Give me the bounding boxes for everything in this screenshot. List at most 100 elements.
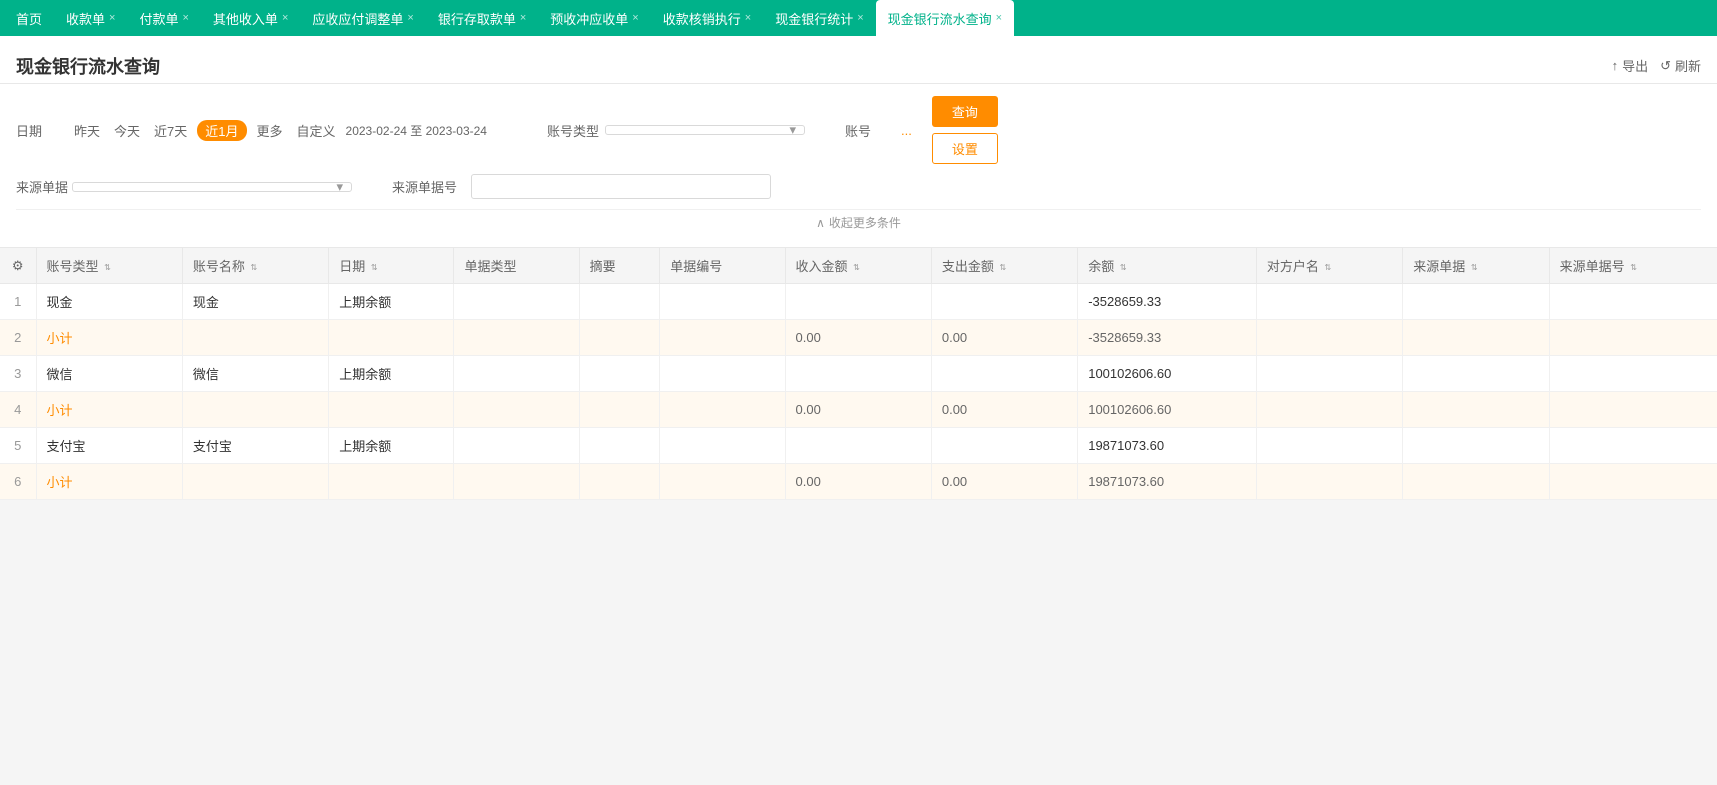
close-icon[interactable]: ×: [745, 12, 751, 24]
page-header: 现金银行流水查询 ↑ 导出 ↺ 刷新: [0, 36, 1717, 84]
table-row: 2小计0.000.00-3528659.33: [0, 320, 1717, 356]
source-doc-no-cell: [1549, 464, 1717, 500]
filter-row-date: 日期 昨天 今天 近7天 近1月 更多 自定义 2023-02-24 至 202…: [16, 96, 1701, 164]
summary-cell: [579, 428, 660, 464]
close-icon[interactable]: ×: [182, 12, 188, 24]
col-income[interactable]: 收入金额 ⇅: [785, 248, 931, 284]
close-icon[interactable]: ×: [996, 12, 1002, 24]
source-doc-no-label: 来源单据号: [392, 177, 457, 196]
source-doc-cell: [1403, 464, 1549, 500]
refresh-button[interactable]: ↺ 刷新: [1660, 56, 1701, 75]
income-cell: 0.00: [785, 464, 931, 500]
sort-icon: ⇅: [1000, 263, 1007, 272]
doc-no-cell: [660, 392, 785, 428]
row-number: 3: [0, 356, 36, 392]
col-counterpart[interactable]: 对方户名 ⇅: [1256, 248, 1402, 284]
source-doc-no-input[interactable]: [471, 174, 771, 199]
account-name-cell: [182, 320, 328, 356]
date-opt-7days[interactable]: 近7天: [150, 120, 191, 141]
account-type-cell: 微信: [36, 356, 182, 392]
close-icon[interactable]: ×: [407, 12, 413, 24]
source-doc-select[interactable]: ▾: [72, 182, 352, 192]
sort-icon: ⇅: [371, 263, 378, 272]
col-source-doc[interactable]: 来源单据 ⇅: [1403, 248, 1549, 284]
table-row: 3微信微信上期余额100102606.60: [0, 356, 1717, 392]
col-source-doc-no[interactable]: 来源单据号 ⇅: [1549, 248, 1717, 284]
expense-cell: 0.00: [931, 464, 1077, 500]
setting-button[interactable]: 设置: [932, 133, 998, 164]
close-icon[interactable]: ×: [857, 12, 863, 24]
account-name-cell: 支付宝: [182, 428, 328, 464]
top-nav: 首页 收款单 × 付款单 × 其他收入单 × 应收应付调整单 × 银行存取款单 …: [0, 0, 1717, 36]
table-row: 1现金现金上期余额-3528659.33: [0, 284, 1717, 320]
account-dots[interactable]: ...: [901, 123, 912, 138]
nav-tab-0[interactable]: 收款单 ×: [54, 0, 127, 36]
expense-cell: [931, 428, 1077, 464]
account-name-cell: [182, 392, 328, 428]
expense-cell: [931, 284, 1077, 320]
account-type-filter: 账号类型 ▾: [547, 121, 805, 140]
sort-icon: ⇅: [853, 263, 860, 272]
account-type-cell: 现金: [36, 284, 182, 320]
expense-cell: 0.00: [931, 392, 1077, 428]
nav-tab-3[interactable]: 应收应付调整单 ×: [300, 0, 425, 36]
counterpart-cell: [1256, 428, 1402, 464]
row-number: 5: [0, 428, 36, 464]
nav-tab-8[interactable]: 现金银行流水查询 ×: [876, 0, 1014, 36]
col-balance[interactable]: 余额 ⇅: [1078, 248, 1257, 284]
income-cell: [785, 284, 931, 320]
date-opt-1month[interactable]: 近1月: [197, 120, 246, 141]
income-cell: 0.00: [785, 392, 931, 428]
doc-type-cell: [454, 356, 579, 392]
doc-type-cell: [454, 392, 579, 428]
close-icon[interactable]: ×: [282, 12, 288, 24]
account-type-label: 账号类型: [547, 121, 599, 140]
export-button[interactable]: ↑ 导出: [1612, 56, 1649, 75]
date-opt-today[interactable]: 今天: [110, 120, 144, 141]
doc-no-cell: [660, 464, 785, 500]
col-account-type[interactable]: 账号类型 ⇅: [36, 248, 182, 284]
source-doc-no-filter: 来源单据号: [392, 174, 771, 199]
balance-cell: -3528659.33: [1078, 320, 1257, 356]
account-name-cell: 现金: [182, 284, 328, 320]
nav-tab-2[interactable]: 其他收入单 ×: [201, 0, 300, 36]
col-settings[interactable]: ⚙: [0, 248, 36, 284]
nav-tab-5[interactable]: 预收冲应收单 ×: [538, 0, 650, 36]
nav-tab-6[interactable]: 收款核销执行 ×: [651, 0, 763, 36]
account-name-cell: 微信: [182, 356, 328, 392]
date-cell: 上期余额: [329, 356, 454, 392]
close-icon[interactable]: ×: [520, 12, 526, 24]
collapse-bar[interactable]: ∧ 收起更多条件: [16, 209, 1701, 235]
source-doc-no-cell: [1549, 356, 1717, 392]
table-row: 5支付宝支付宝上期余额19871073.60: [0, 428, 1717, 464]
close-icon[interactable]: ×: [109, 12, 115, 24]
nav-tab-7[interactable]: 现金银行统计 ×: [763, 0, 875, 36]
col-expense[interactable]: 支出金额 ⇅: [931, 248, 1077, 284]
col-account-name[interactable]: 账号名称 ⇅: [182, 248, 328, 284]
date-cell: 上期余额: [329, 428, 454, 464]
balance-cell: 19871073.60: [1078, 464, 1257, 500]
counterpart-cell: [1256, 320, 1402, 356]
data-table-wrapper: ⚙ 账号类型 ⇅ 账号名称 ⇅ 日期 ⇅ 单据类型 摘要 单据编号 收入金额: [0, 248, 1717, 500]
date-opt-custom[interactable]: 自定义: [293, 120, 340, 141]
sort-icon: ⇅: [104, 263, 111, 272]
table-row: 4小计0.000.00100102606.60: [0, 392, 1717, 428]
col-summary: 摘要: [579, 248, 660, 284]
source-doc-cell: [1403, 392, 1549, 428]
balance-cell: 100102606.60: [1078, 392, 1257, 428]
nav-home[interactable]: 首页: [4, 9, 54, 28]
col-doc-type: 单据类型: [454, 248, 579, 284]
table-header-row: ⚙ 账号类型 ⇅ 账号名称 ⇅ 日期 ⇅ 单据类型 摘要 单据编号 收入金额: [0, 248, 1717, 284]
summary-cell: [579, 356, 660, 392]
close-icon[interactable]: ×: [632, 12, 638, 24]
nav-tab-1[interactable]: 付款单 ×: [127, 0, 200, 36]
date-opt-yesterday[interactable]: 昨天: [70, 120, 104, 141]
date-options: 昨天 今天 近7天 近1月 更多 自定义: [70, 120, 340, 141]
query-button[interactable]: 查询: [932, 96, 998, 127]
doc-no-cell: [660, 284, 785, 320]
data-table: ⚙ 账号类型 ⇅ 账号名称 ⇅ 日期 ⇅ 单据类型 摘要 单据编号 收入金额: [0, 248, 1717, 500]
col-date[interactable]: 日期 ⇅: [329, 248, 454, 284]
account-type-select[interactable]: ▾: [605, 125, 805, 135]
nav-tab-4[interactable]: 银行存取款单 ×: [426, 0, 538, 36]
date-opt-more[interactable]: 更多: [253, 120, 287, 141]
